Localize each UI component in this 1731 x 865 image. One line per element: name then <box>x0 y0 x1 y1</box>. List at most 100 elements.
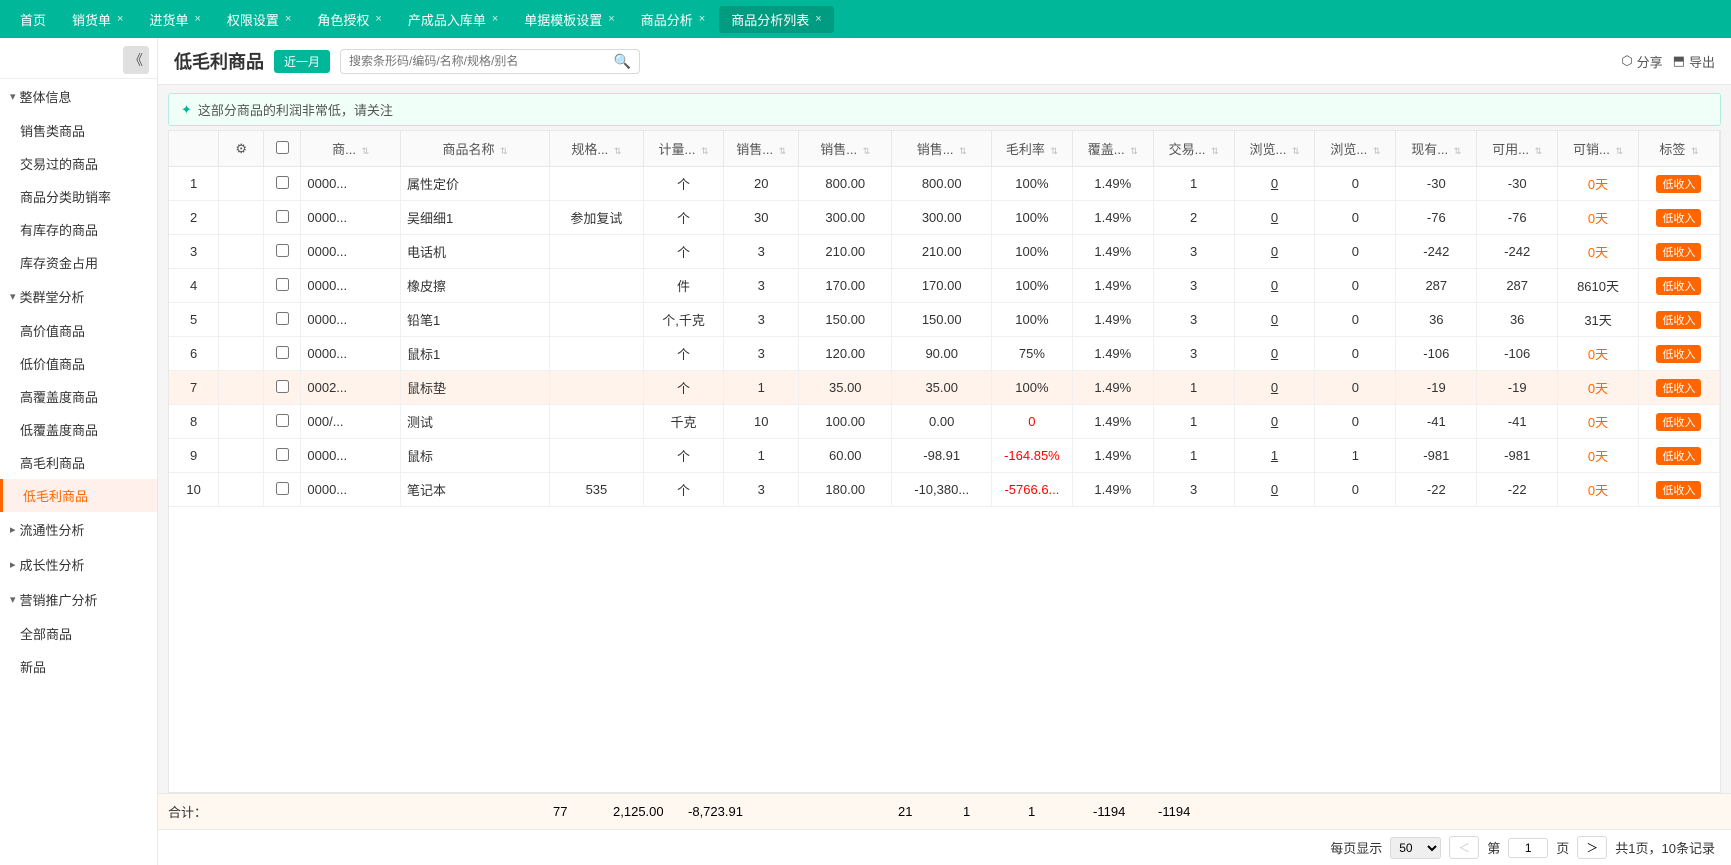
browse1-link[interactable]: 0 <box>1271 346 1278 361</box>
row-browse1[interactable]: 0 <box>1234 337 1315 371</box>
close-icon[interactable]: × <box>194 13 200 25</box>
sidebar-group-marketing[interactable]: ▾ 营销推广分析 <box>0 582 157 617</box>
nav-home[interactable]: 首页 <box>8 6 58 33</box>
sidebar-group-flow[interactable]: ▸ 流通性分析 <box>0 512 157 547</box>
sidebar-group-overall[interactable]: ▾ 整体信息 <box>0 79 157 114</box>
row-browse1[interactable]: 0 <box>1234 371 1315 405</box>
row-checkbox[interactable] <box>276 414 289 427</box>
nav-sales[interactable]: 销货单 × <box>60 6 135 33</box>
th-gross[interactable]: 毛利率 ⇅ <box>991 131 1072 167</box>
row-check[interactable] <box>264 235 301 269</box>
sidebar-collapse-btn[interactable]: 《 <box>123 46 149 74</box>
th-saleable[interactable]: 可销... ⇅ <box>1558 131 1639 167</box>
browse1-link[interactable]: 0 <box>1271 482 1278 497</box>
sidebar-item-capital[interactable]: 库存资金占用 <box>0 246 157 279</box>
row-check[interactable] <box>264 371 301 405</box>
close-icon[interactable]: × <box>285 13 291 25</box>
browse1-link[interactable]: 1 <box>1271 448 1278 463</box>
row-check[interactable] <box>264 473 301 507</box>
nav-permissions[interactable]: 权限设置 × <box>215 6 303 33</box>
search-box[interactable]: 🔍 <box>340 49 640 74</box>
row-checkbox[interactable] <box>276 210 289 223</box>
th-tag[interactable]: 标签 ⇅ <box>1638 131 1719 167</box>
prev-page-btn[interactable]: ＜ <box>1449 836 1479 859</box>
close-icon[interactable]: × <box>375 13 381 25</box>
row-browse1[interactable]: 0 <box>1234 473 1315 507</box>
th-sales-amount[interactable]: 销售... ⇅ <box>892 131 992 167</box>
row-checkbox[interactable] <box>276 346 289 359</box>
sidebar-item-sales-goods[interactable]: 销售类商品 <box>0 114 157 147</box>
th-settings[interactable]: ⚙ <box>219 131 264 167</box>
nav-roles[interactable]: 角色授权 × <box>305 6 393 33</box>
th-sales-qty[interactable]: 销售... ⇅ <box>724 131 799 167</box>
th-check[interactable] <box>264 131 301 167</box>
close-icon[interactable]: × <box>815 13 821 25</box>
sidebar-item-high-value[interactable]: 高价值商品 <box>0 314 157 347</box>
close-icon[interactable]: × <box>699 13 705 25</box>
next-page-btn[interactable]: ＞ <box>1577 836 1607 859</box>
row-check[interactable] <box>264 269 301 303</box>
select-all-checkbox[interactable] <box>276 141 289 154</box>
row-check[interactable] <box>264 439 301 473</box>
sidebar-group-cluster[interactable]: ▾ 类群堂分析 <box>0 279 157 314</box>
sidebar-item-traded-goods[interactable]: 交易过的商品 <box>0 147 157 180</box>
row-browse1[interactable]: 0 <box>1234 201 1315 235</box>
page-number-input[interactable] <box>1508 838 1548 858</box>
browse1-link[interactable]: 0 <box>1271 380 1278 395</box>
browse1-link[interactable]: 0 <box>1271 244 1278 259</box>
row-checkbox[interactable] <box>276 482 289 495</box>
row-check[interactable] <box>264 303 301 337</box>
row-check[interactable] <box>264 167 301 201</box>
sidebar-item-new-goods[interactable]: 新品 <box>0 650 157 683</box>
sidebar-item-inventory[interactable]: 有库存的商品 <box>0 213 157 246</box>
close-icon[interactable]: × <box>492 13 498 25</box>
th-code[interactable]: 商... ⇅ <box>301 131 401 167</box>
sidebar-item-low-coverage[interactable]: 低覆盖度商品 <box>0 413 157 446</box>
sidebar-item-low-value[interactable]: 低价值商品 <box>0 347 157 380</box>
search-input[interactable] <box>349 54 614 68</box>
browse1-link[interactable]: 0 <box>1271 278 1278 293</box>
sidebar-item-high-margin[interactable]: 高毛利商品 <box>0 446 157 479</box>
th-trade[interactable]: 交易... ⇅ <box>1153 131 1234 167</box>
nav-templates[interactable]: 单据模板设置 × <box>512 6 626 33</box>
row-browse1[interactable]: 0 <box>1234 167 1315 201</box>
export-button[interactable]: ⬒ 导出 <box>1673 52 1715 71</box>
th-sales-price[interactable]: 销售... ⇅ <box>799 131 892 167</box>
row-checkbox[interactable] <box>276 176 289 189</box>
row-browse1[interactable]: 0 <box>1234 303 1315 337</box>
th-current[interactable]: 现有... ⇅ <box>1396 131 1477 167</box>
date-filter-button[interactable]: 近一月 <box>274 50 330 73</box>
th-browse1[interactable]: 浏览... ⇅ <box>1234 131 1315 167</box>
close-icon[interactable]: × <box>117 13 123 25</box>
row-checkbox[interactable] <box>276 244 289 257</box>
th-coverage[interactable]: 覆盖... ⇅ <box>1072 131 1153 167</box>
nav-analysis-list[interactable]: 商品分析列表 × <box>719 6 833 33</box>
share-button[interactable]: ⬡ 分享 <box>1621 52 1662 71</box>
row-checkbox[interactable] <box>276 312 289 325</box>
th-available[interactable]: 可用... ⇅ <box>1477 131 1558 167</box>
sidebar-item-high-coverage[interactable]: 高覆盖度商品 <box>0 380 157 413</box>
nav-analysis[interactable]: 商品分析 × <box>629 6 717 33</box>
nav-purchase[interactable]: 进货单 × <box>137 6 212 33</box>
row-browse1[interactable]: 0 <box>1234 405 1315 439</box>
browse1-link[interactable]: 0 <box>1271 210 1278 225</box>
row-browse1[interactable]: 0 <box>1234 269 1315 303</box>
row-check[interactable] <box>264 337 301 371</box>
th-browse2[interactable]: 浏览... ⇅ <box>1315 131 1396 167</box>
browse1-link[interactable]: 0 <box>1271 312 1278 327</box>
row-checkbox[interactable] <box>276 278 289 291</box>
row-checkbox[interactable] <box>276 380 289 393</box>
nav-products[interactable]: 产成品入库单 × <box>396 6 510 33</box>
sidebar-item-low-margin[interactable]: 低毛利商品 <box>0 479 157 512</box>
sidebar-group-growth[interactable]: ▸ 成长性分析 <box>0 547 157 582</box>
th-name[interactable]: 商品名称 ⇅ <box>400 131 549 167</box>
row-check[interactable] <box>264 201 301 235</box>
th-spec[interactable]: 规格... ⇅ <box>550 131 643 167</box>
per-page-select[interactable]: 50 100 200 <box>1390 837 1441 859</box>
browse1-link[interactable]: 0 <box>1271 176 1278 191</box>
row-checkbox[interactable] <box>276 448 289 461</box>
browse1-link[interactable]: 0 <box>1271 414 1278 429</box>
row-browse1[interactable]: 1 <box>1234 439 1315 473</box>
row-check[interactable] <box>264 405 301 439</box>
th-unit[interactable]: 计量... ⇅ <box>643 131 724 167</box>
